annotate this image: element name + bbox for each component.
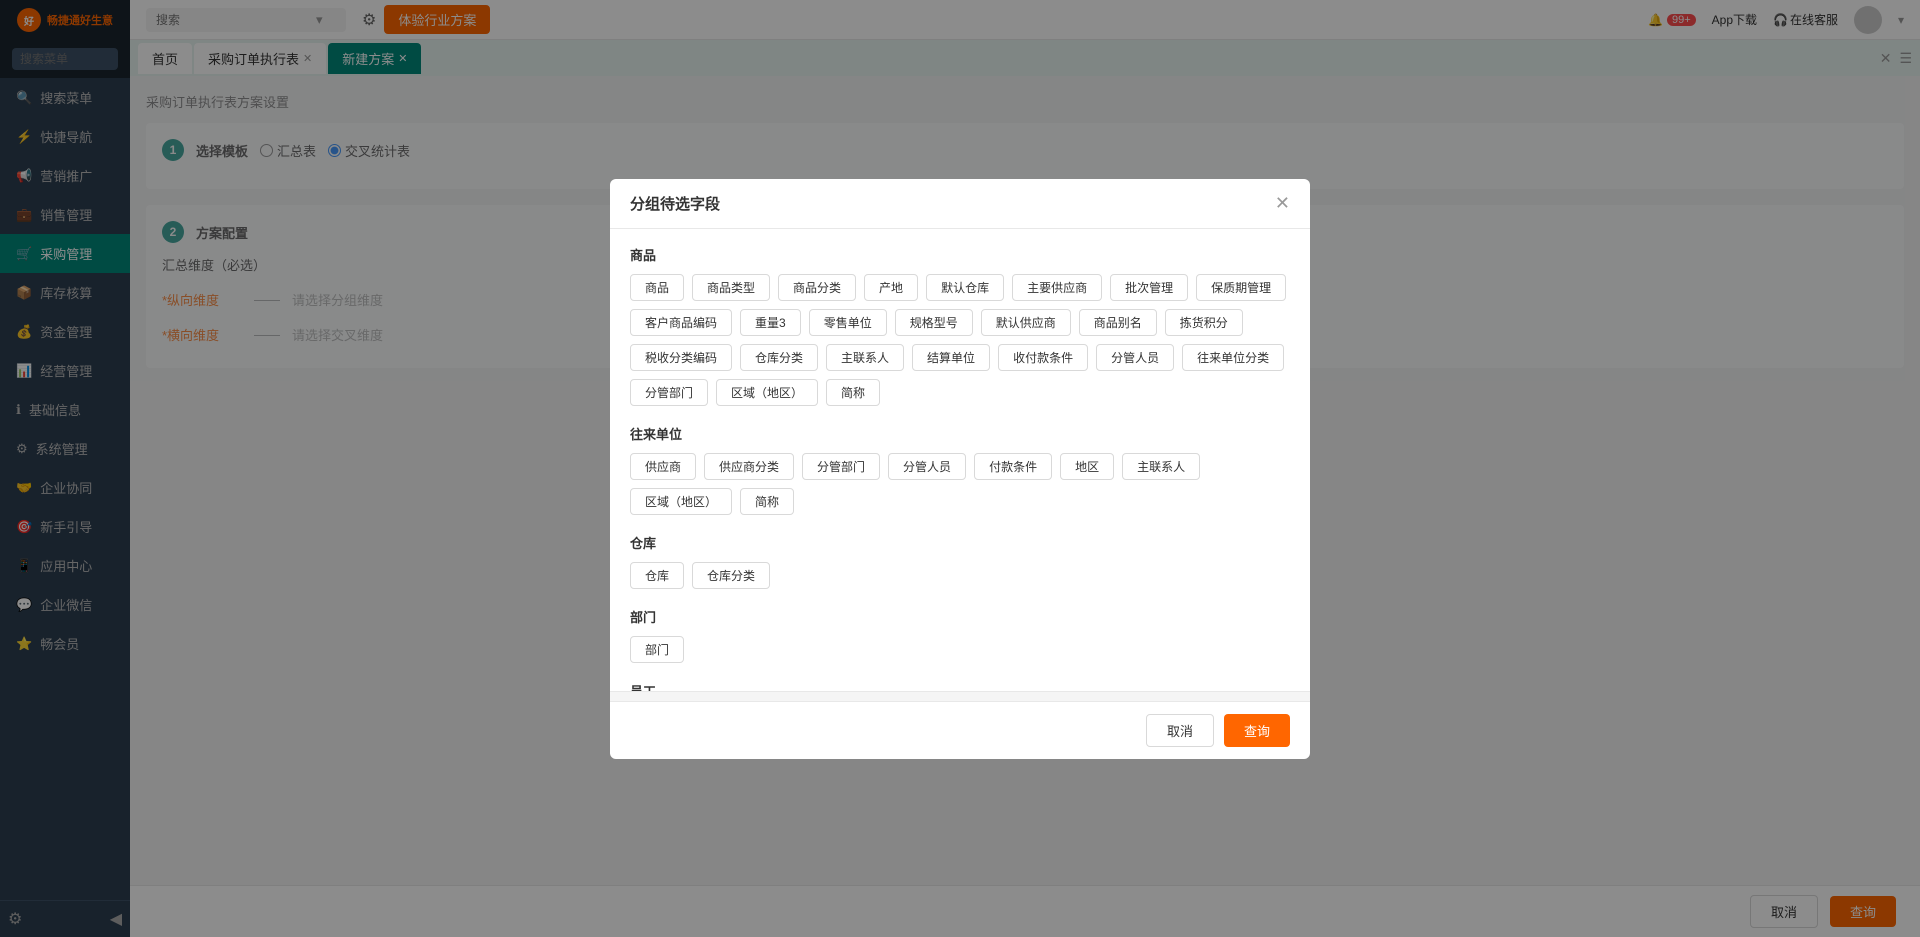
field-select-modal: 分组待选字段 ✕ 商品商品商品类型商品分类产地默认仓库主要供应商批次管理保质期管… — [610, 179, 1310, 759]
field-tag[interactable]: 拣货积分 — [1165, 309, 1243, 336]
field-tag[interactable]: 付款条件 — [974, 453, 1052, 480]
field-tag[interactable]: 重量3 — [740, 309, 801, 336]
field-tag[interactable]: 主联系人 — [1122, 453, 1200, 480]
field-tag[interactable]: 供应商分类 — [704, 453, 794, 480]
modal-body[interactable]: 商品商品商品类型商品分类产地默认仓库主要供应商批次管理保质期管理客户商品编码重量… — [610, 229, 1310, 692]
field-tags-warehouse: 仓库仓库分类 — [630, 562, 1290, 589]
modal-footer: 取消 查询 — [610, 701, 1310, 759]
field-tag[interactable]: 分管人员 — [888, 453, 966, 480]
section-title-employee: 员工 — [630, 681, 1290, 692]
field-tag[interactable]: 默认仓库 — [926, 274, 1004, 301]
field-tags-partner: 供应商供应商分类分管部门分管人员付款条件地区主联系人区域（地区） 简称 — [630, 453, 1290, 515]
field-tag[interactable]: 结算单位 — [912, 344, 990, 371]
modal-title: 分组待选字段 — [630, 193, 720, 214]
field-tag[interactable]: 区域（地区） — [716, 379, 818, 406]
field-tag[interactable]: 仓库分类 — [692, 562, 770, 589]
field-tag[interactable]: 客户商品编码 — [630, 309, 732, 336]
modal-horizontal-scrollbar[interactable] — [610, 691, 1310, 700]
section-partner: 往来单位供应商供应商分类分管部门分管人员付款条件地区主联系人区域（地区） 简称 — [630, 424, 1290, 515]
section-title-partner: 往来单位 — [630, 424, 1290, 443]
confirm-button[interactable]: 查询 — [1224, 714, 1290, 747]
field-tag[interactable]: 产地 — [864, 274, 918, 301]
section-title-product: 商品 — [630, 245, 1290, 264]
field-tag[interactable]: 批次管理 — [1110, 274, 1188, 301]
field-tag[interactable]: 仓库分类 — [740, 344, 818, 371]
section-warehouse: 仓库仓库仓库分类 — [630, 533, 1290, 589]
field-tag[interactable]: 保质期管理 — [1196, 274, 1286, 301]
modal-close-button[interactable]: ✕ — [1275, 193, 1290, 214]
field-tag[interactable]: 分管部门 — [630, 379, 708, 406]
field-tag[interactable]: 部门 — [630, 636, 684, 663]
field-tag[interactable]: 区域（地区） — [630, 488, 732, 515]
field-tag[interactable]: 商品类型 — [692, 274, 770, 301]
field-tag[interactable]: 仓库 — [630, 562, 684, 589]
field-tag[interactable]: 规格型号 — [895, 309, 973, 336]
field-tag[interactable]: 商品分类 — [778, 274, 856, 301]
field-tag[interactable]: 地区 — [1060, 453, 1114, 480]
field-tag[interactable]: 分管部门 — [802, 453, 880, 480]
cancel-button[interactable]: 取消 — [1146, 714, 1214, 747]
field-tag[interactable]: 收付款条件 — [998, 344, 1088, 371]
field-tag[interactable]: 主要供应商 — [1012, 274, 1102, 301]
section-department: 部门部门 — [630, 607, 1290, 663]
field-tag[interactable]: 简称 — [826, 379, 880, 406]
field-tag[interactable]: 税收分类编码 — [630, 344, 732, 371]
section-title-warehouse: 仓库 — [630, 533, 1290, 552]
field-tag[interactable]: 主联系人 — [826, 344, 904, 371]
section-title-department: 部门 — [630, 607, 1290, 626]
field-tag[interactable]: 零售单位 — [809, 309, 887, 336]
section-product: 商品商品商品类型商品分类产地默认仓库主要供应商批次管理保质期管理客户商品编码重量… — [630, 245, 1290, 406]
field-tag[interactable]: 商品 — [630, 274, 684, 301]
field-tag[interactable]: 往来单位分类 — [1182, 344, 1284, 371]
field-tag[interactable]: 分管人员 — [1096, 344, 1174, 371]
field-tag[interactable]: 默认供应商 — [981, 309, 1071, 336]
field-tags-product: 商品商品类型商品分类产地默认仓库主要供应商批次管理保质期管理客户商品编码重量3 零… — [630, 274, 1290, 406]
modal-header: 分组待选字段 ✕ — [610, 179, 1310, 229]
field-tag[interactable]: 供应商 — [630, 453, 696, 480]
section-employee: 员工业务员 — [630, 681, 1290, 692]
modal-overlay: 分组待选字段 ✕ 商品商品商品类型商品分类产地默认仓库主要供应商批次管理保质期管… — [0, 0, 1920, 937]
field-tags-department: 部门 — [630, 636, 1290, 663]
field-tag[interactable]: 简称 — [740, 488, 794, 515]
field-tag[interactable]: 商品别名 — [1079, 309, 1157, 336]
